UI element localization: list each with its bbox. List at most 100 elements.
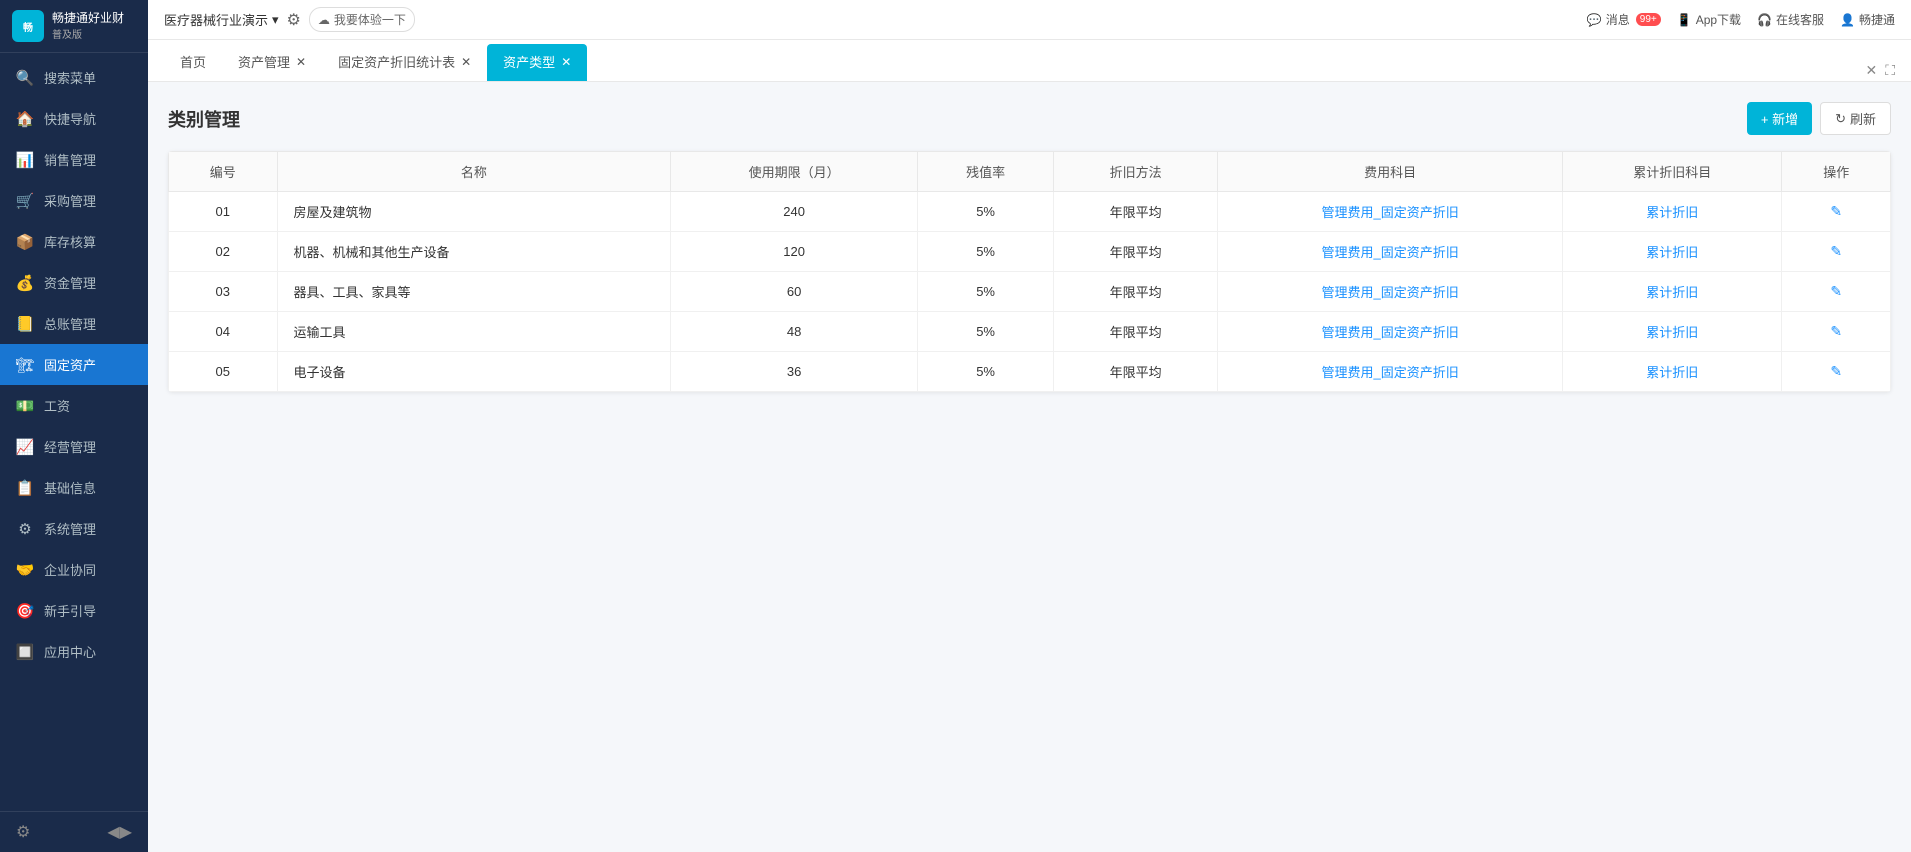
- sidebar-item-apps[interactable]: 🔲应用中心: [0, 631, 148, 672]
- payroll-icon: 💵: [16, 397, 34, 415]
- user-menu[interactable]: 👤 畅捷通: [1840, 11, 1895, 28]
- cell-code: 04: [169, 312, 278, 352]
- cell-expense: 管理费用_固定资产折旧: [1218, 312, 1563, 352]
- system-icon: ⚙: [16, 520, 34, 538]
- logo-name: 畅捷通好业财: [52, 11, 124, 27]
- refresh-button[interactable]: ↻ 刷新: [1820, 102, 1891, 135]
- sidebar-item-label: 工资: [44, 396, 70, 415]
- company-name: 医疗器械行业演示: [164, 10, 268, 29]
- edit-icon[interactable]: ✎: [1830, 243, 1842, 259]
- sidebar-item-guide[interactable]: 🎯新手引导: [0, 590, 148, 631]
- sidebar-item-label: 库存核算: [44, 232, 96, 251]
- table-header-cell: 名称: [277, 152, 671, 192]
- service-label: 在线客服: [1776, 11, 1824, 28]
- sidebar-item-label: 应用中心: [44, 642, 96, 661]
- message-button[interactable]: 💬 消息 99+: [1587, 11, 1661, 28]
- online-service-button[interactable]: 🎧 在线客服: [1757, 11, 1824, 28]
- sidebar-item-operations[interactable]: 📈经营管理: [0, 426, 148, 467]
- tab-home[interactable]: 首页: [164, 44, 222, 81]
- cell-name: 机器、机械和其他生产设备: [277, 232, 671, 272]
- tab-depreciation[interactable]: 固定资产折旧统计表✕: [322, 44, 487, 81]
- search-icon: 🔍: [16, 69, 34, 87]
- collapse-icon[interactable]: ◀▶: [107, 822, 132, 842]
- sidebar-item-search[interactable]: 🔍搜索菜单: [0, 57, 148, 98]
- topbar-settings-icon[interactable]: ⚙: [287, 10, 301, 30]
- table-row: 04 运输工具 48 5% 年限平均 管理费用_固定资产折旧 累计折旧 ✎: [169, 312, 1891, 352]
- cell-expense: 管理费用_固定资产折旧: [1218, 272, 1563, 312]
- cell-action[interactable]: ✎: [1782, 312, 1891, 352]
- table-body: 01 房屋及建筑物 240 5% 年限平均 管理费用_固定资产折旧 累计折旧 ✎…: [169, 192, 1891, 392]
- tab-close-icon[interactable]: ✕: [461, 56, 471, 68]
- cooperation-icon: 🤝: [16, 561, 34, 579]
- cell-accumulated: 累计折旧: [1563, 312, 1782, 352]
- tab-close-icon[interactable]: ✕: [296, 56, 306, 68]
- cell-name: 运输工具: [277, 312, 671, 352]
- tab-label: 首页: [180, 52, 206, 71]
- new-button[interactable]: + 新增: [1747, 102, 1812, 135]
- message-icon: 💬: [1587, 13, 1602, 27]
- app-download-icon: 📱: [1677, 13, 1692, 27]
- edit-icon[interactable]: ✎: [1830, 323, 1842, 339]
- cell-code: 02: [169, 232, 278, 272]
- sidebar-item-system[interactable]: ⚙ 系统管理: [0, 508, 148, 549]
- sidebar-item-sales[interactable]: 📊销售管理: [0, 139, 148, 180]
- sidebar-item-label: 快捷导航: [44, 109, 96, 128]
- sidebar-bottom: ⚙ ◀▶: [0, 811, 148, 852]
- cell-code: 03: [169, 272, 278, 312]
- tab-close-icon[interactable]: ✕: [561, 56, 571, 68]
- table-header-cell: 残值率: [918, 152, 1054, 192]
- table-header-cell: 累计折旧科目: [1563, 152, 1782, 192]
- table-row: 03 器具、工具、家具等 60 5% 年限平均 管理费用_固定资产折旧 累计折旧…: [169, 272, 1891, 312]
- tab-asset-type[interactable]: 资产类型 ✕: [487, 44, 587, 81]
- expand-icon[interactable]: ⛶: [1885, 62, 1895, 79]
- tab-asset-mgmt[interactable]: 资产管理✕: [222, 44, 322, 81]
- company-selector[interactable]: 医疗器械行业演示 ▾: [164, 10, 279, 29]
- capital-icon: 💰: [16, 274, 34, 292]
- sidebar-item-label: 资金管理: [44, 273, 96, 292]
- edit-icon[interactable]: ✎: [1830, 363, 1842, 379]
- sidebar-item-cooperation[interactable]: 🤝企业协同: [0, 549, 148, 590]
- sidebar-item-fixed-assets[interactable]: 🏗 固定资产: [0, 344, 148, 385]
- feedback-icon: ☁: [318, 13, 330, 27]
- page-content: 类别管理 + 新增 ↻ 刷新 编号名称使用期限（月）残值率折旧方法费用科目累计折…: [148, 82, 1911, 852]
- guide-icon: 🎯: [16, 602, 34, 620]
- purchase-icon: 🛒: [16, 192, 34, 210]
- cell-action[interactable]: ✎: [1782, 352, 1891, 392]
- fixed-assets-icon: 🏗: [16, 356, 34, 374]
- cell-method: 年限平均: [1054, 192, 1218, 232]
- cell-residual: 5%: [918, 352, 1054, 392]
- table-header: 编号名称使用期限（月）残值率折旧方法费用科目累计折旧科目操作: [169, 152, 1891, 192]
- category-table: 编号名称使用期限（月）残值率折旧方法费用科目累计折旧科目操作 01 房屋及建筑物…: [168, 151, 1891, 392]
- edit-icon[interactable]: ✎: [1830, 203, 1842, 219]
- app-download-button[interactable]: 📱 App下载: [1677, 11, 1741, 28]
- sidebar-item-label: 系统管理: [44, 519, 96, 538]
- close-tab-icon[interactable]: ✕: [1865, 62, 1877, 79]
- feedback-button[interactable]: ☁ 我要体验一下: [309, 7, 415, 32]
- sidebar-item-label: 销售管理: [44, 150, 96, 169]
- cell-action[interactable]: ✎: [1782, 272, 1891, 312]
- sidebar-item-capital[interactable]: 💰 资金管理: [0, 262, 148, 303]
- cell-accumulated: 累计折旧: [1563, 232, 1782, 272]
- sidebar-item-basic-info[interactable]: 📋基础信息: [0, 467, 148, 508]
- edit-icon[interactable]: ✎: [1830, 283, 1842, 299]
- sidebar-item-inventory[interactable]: 📦库存核算: [0, 221, 148, 262]
- sidebar-item-purchase[interactable]: 🛒采购管理: [0, 180, 148, 221]
- sidebar-item-label: 固定资产: [44, 355, 96, 374]
- tabs-bar: 首页资产管理✕固定资产折旧统计表✕ 资产类型 ✕ ✕ ⛶: [148, 40, 1911, 82]
- sidebar-nav: 🔍搜索菜单🏠快捷导航📊销售管理🛒采购管理📦库存核算 💰 资金管理 📒总账管理 🏗 固定资产…: [0, 53, 148, 811]
- cell-action[interactable]: ✎: [1782, 232, 1891, 272]
- tab-window-actions: ✕ ⛶: [1865, 62, 1895, 81]
- tab-label: 资产类型: [503, 52, 555, 71]
- topbar-right: 💬 消息 99+ 📱 App下载 🎧 在线客服 👤 畅捷通: [1587, 11, 1895, 28]
- cell-name: 器具、工具、家具等: [277, 272, 671, 312]
- settings-icon[interactable]: ⚙: [16, 822, 30, 842]
- sidebar-item-quick-nav[interactable]: 🏠快捷导航: [0, 98, 148, 139]
- cell-action[interactable]: ✎: [1782, 192, 1891, 232]
- sidebar-item-payroll[interactable]: 💵 工资: [0, 385, 148, 426]
- message-badge: 99+: [1636, 13, 1661, 26]
- page-actions: + 新增 ↻ 刷新: [1747, 102, 1891, 135]
- cell-method: 年限平均: [1054, 352, 1218, 392]
- table-header-cell: 费用科目: [1218, 152, 1563, 192]
- sidebar-item-ledger[interactable]: 📒总账管理: [0, 303, 148, 344]
- sidebar: 畅 畅捷通好业财 普及版 🔍搜索菜单🏠快捷导航📊销售管理🛒采购管理📦库存核算💰资…: [0, 0, 148, 852]
